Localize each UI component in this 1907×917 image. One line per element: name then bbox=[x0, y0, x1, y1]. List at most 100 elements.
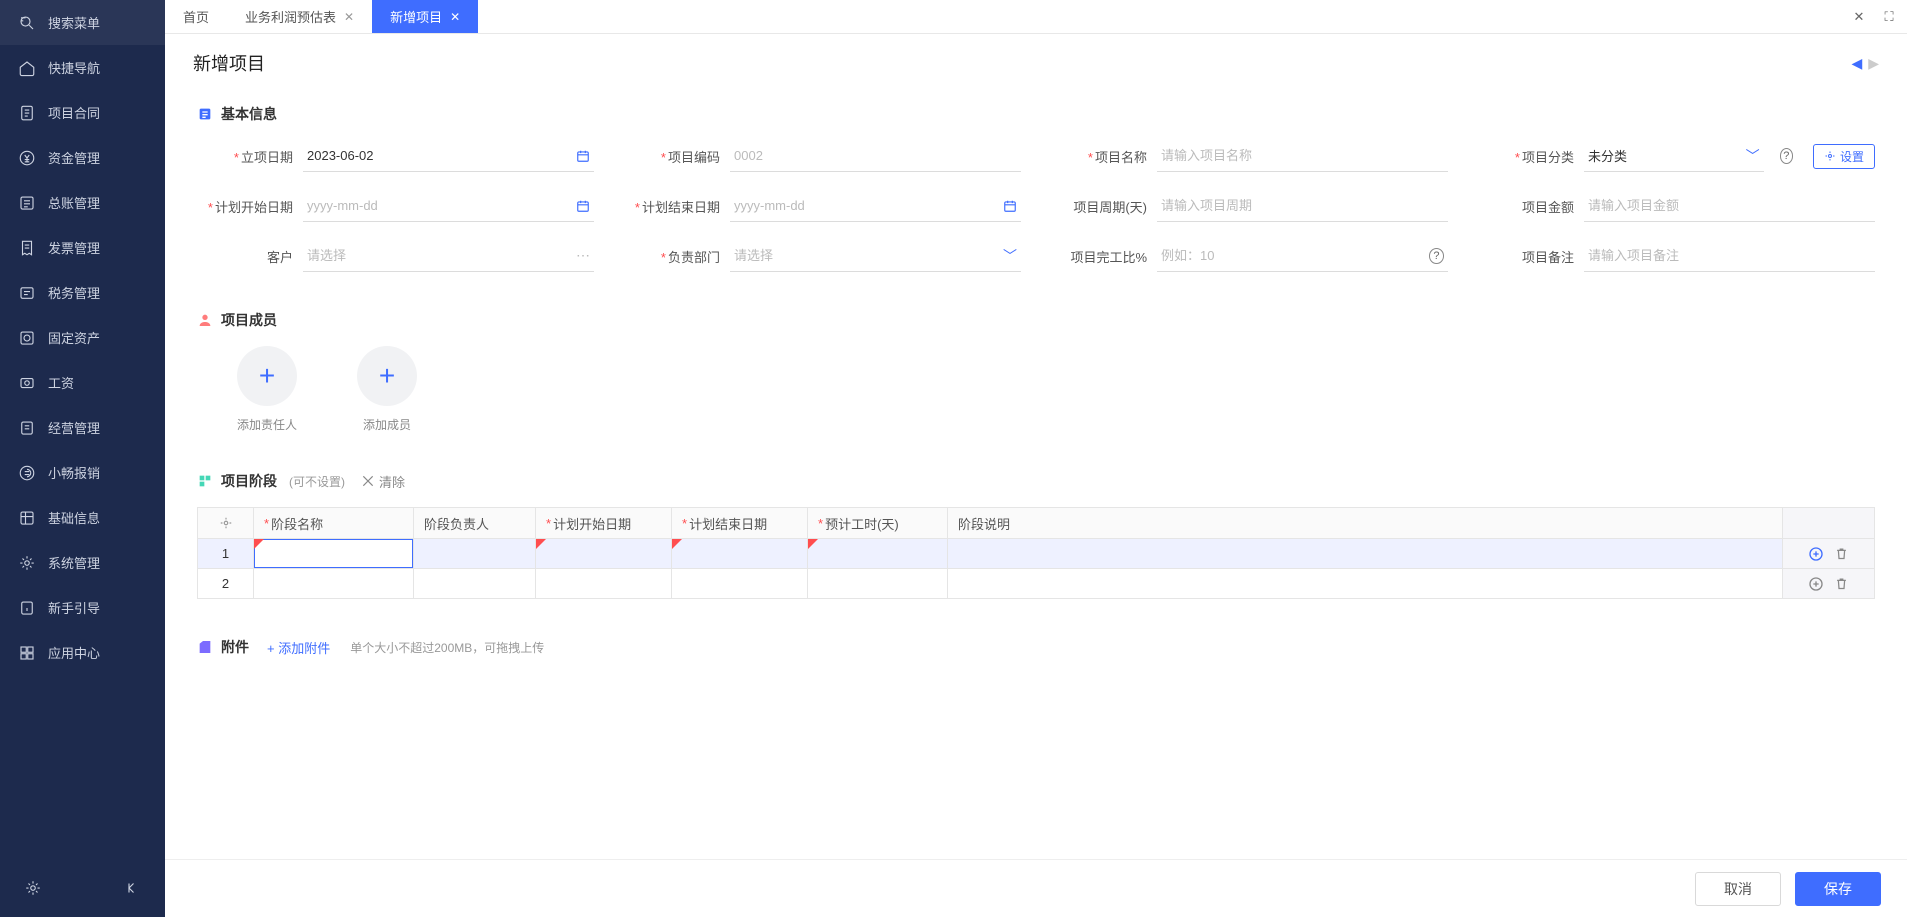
calendar-icon[interactable] bbox=[576, 149, 590, 163]
add-owner-button[interactable]: + 添加责任人 bbox=[237, 346, 297, 433]
settings-button[interactable]: 设置 bbox=[1813, 144, 1875, 169]
sidebar-item-system[interactable]: 系统管理 bbox=[0, 540, 165, 585]
complete-input[interactable] bbox=[1161, 248, 1429, 263]
name-input[interactable] bbox=[1161, 148, 1444, 163]
close-icon[interactable]: ✕ bbox=[450, 10, 460, 24]
cell-name[interactable] bbox=[254, 569, 414, 598]
add-attachment-link[interactable]: + 添加附件 bbox=[267, 638, 330, 657]
sidebar-item-project-contract[interactable]: 项目合同 bbox=[0, 90, 165, 135]
cell-end[interactable] bbox=[672, 569, 808, 598]
row-index: 2 bbox=[198, 569, 254, 598]
sidebar-item-funds[interactable]: 资金管理 bbox=[0, 135, 165, 180]
text-input[interactable] bbox=[1157, 190, 1448, 222]
field-label: 客户 bbox=[197, 247, 293, 266]
tab-home[interactable]: 首页 bbox=[165, 0, 227, 33]
customer-input[interactable] bbox=[307, 248, 570, 263]
date-input[interactable] bbox=[730, 190, 1021, 222]
cell-end[interactable] bbox=[672, 539, 808, 568]
cell-owner[interactable] bbox=[414, 539, 536, 568]
chevron-down-icon[interactable]: ﹀ bbox=[1003, 246, 1017, 266]
cell-desc[interactable] bbox=[948, 539, 1783, 568]
help-icon[interactable]: ? bbox=[1429, 248, 1444, 264]
stage-row[interactable]: 1 bbox=[198, 538, 1875, 568]
date-input[interactable] bbox=[303, 190, 594, 222]
collapse-icon[interactable] bbox=[123, 879, 141, 897]
init-date-input[interactable] bbox=[307, 148, 570, 163]
clear-link[interactable]: 清除 bbox=[361, 472, 405, 491]
header-gear[interactable] bbox=[198, 508, 254, 538]
lookup-input[interactable]: ⋯ bbox=[303, 240, 594, 272]
tab-label: 业务利润预估表 bbox=[245, 7, 336, 26]
code-input[interactable] bbox=[734, 148, 1017, 163]
tabs: 首页 业务利润预估表 ✕ 新增项目 ✕ ✕ ⛶ bbox=[165, 0, 1907, 34]
cell-hours[interactable] bbox=[808, 539, 948, 568]
sidebar-item-reimburse[interactable]: 小畅报销 bbox=[0, 450, 165, 495]
remark-input[interactable] bbox=[1588, 248, 1871, 263]
calendar-icon[interactable] bbox=[1003, 199, 1017, 213]
sidebar-item-tax[interactable]: 税务管理 bbox=[0, 270, 165, 315]
sidebar-item-salary[interactable]: 工资 bbox=[0, 360, 165, 405]
sidebar-item-apps[interactable]: 应用中心 bbox=[0, 630, 165, 675]
sidebar-item-fixed-asset[interactable]: 固定资产 bbox=[0, 315, 165, 360]
calendar-icon[interactable] bbox=[576, 199, 590, 213]
cell-start[interactable] bbox=[536, 539, 672, 568]
cell-desc[interactable] bbox=[948, 569, 1783, 598]
plan-start-input[interactable] bbox=[307, 198, 570, 213]
cycle-input[interactable] bbox=[1161, 198, 1444, 213]
add-member-button[interactable]: + 添加成员 bbox=[357, 346, 417, 433]
help-icon[interactable]: ? bbox=[1780, 148, 1793, 164]
prev-icon[interactable]: ◀ bbox=[1851, 55, 1862, 72]
add-owner-label: 添加责任人 bbox=[237, 416, 297, 433]
tab-profit-estimate[interactable]: 业务利润预估表 ✕ bbox=[227, 0, 372, 33]
save-button[interactable]: 保存 bbox=[1795, 872, 1881, 906]
category-input[interactable] bbox=[1588, 148, 1740, 163]
dept-input[interactable] bbox=[734, 248, 997, 263]
more-icon[interactable]: ⋯ bbox=[576, 247, 590, 264]
field-cycle: 项目周期(天) bbox=[1051, 190, 1448, 222]
delete-row-icon[interactable] bbox=[1834, 546, 1849, 561]
cell-start[interactable] bbox=[536, 569, 672, 598]
amount-input[interactable] bbox=[1588, 198, 1871, 213]
cell-name[interactable] bbox=[254, 539, 414, 568]
sidebar: 搜索菜单 快捷导航 项目合同 资金管理 总账管理 发票管理 税务管理 固定资产 bbox=[0, 0, 165, 917]
stage-row[interactable]: 2 bbox=[198, 568, 1875, 598]
select-input[interactable]: ﹀ bbox=[730, 240, 1021, 272]
section-attachments-icon bbox=[197, 639, 213, 655]
add-row-icon[interactable] bbox=[1808, 576, 1824, 592]
sidebar-item-label: 基础信息 bbox=[48, 508, 100, 527]
field-code: *项目编码 bbox=[624, 140, 1021, 172]
delete-row-icon[interactable] bbox=[1834, 576, 1849, 591]
expand-icon[interactable]: ⛶ bbox=[1877, 5, 1901, 29]
field-name: *项目名称 bbox=[1051, 140, 1448, 172]
stage-header-row: *阶段名称 阶段负责人 *计划开始日期 *计划结束日期 *预计工时(天) 阶段说… bbox=[198, 508, 1875, 538]
date-input[interactable] bbox=[303, 140, 594, 172]
next-icon[interactable]: ▶ bbox=[1868, 55, 1879, 72]
text-input[interactable] bbox=[1584, 240, 1875, 272]
close-all-icon[interactable]: ✕ bbox=[1847, 5, 1871, 29]
text-input[interactable] bbox=[730, 140, 1021, 172]
gear-icon[interactable] bbox=[24, 879, 42, 897]
field-label: 项目完工比% bbox=[1051, 247, 1147, 266]
cancel-button[interactable]: 取消 bbox=[1695, 872, 1781, 906]
sidebar-item-operation[interactable]: 经营管理 bbox=[0, 405, 165, 450]
close-icon[interactable]: ✕ bbox=[344, 10, 354, 24]
sidebar-item-search-menu[interactable]: 搜索菜单 bbox=[0, 0, 165, 45]
salary-icon bbox=[18, 374, 36, 392]
select-input[interactable]: ﹀ bbox=[1584, 140, 1764, 172]
sidebar-item-quick-nav[interactable]: 快捷导航 bbox=[0, 45, 165, 90]
text-input[interactable] bbox=[1584, 190, 1875, 222]
sidebar-item-ledger[interactable]: 总账管理 bbox=[0, 180, 165, 225]
sidebar-item-basic-info[interactable]: 基础信息 bbox=[0, 495, 165, 540]
sidebar-item-invoice[interactable]: 发票管理 bbox=[0, 225, 165, 270]
text-input[interactable] bbox=[1157, 140, 1448, 172]
tax-icon bbox=[18, 284, 36, 302]
chevron-down-icon[interactable]: ﹀ bbox=[1746, 146, 1760, 166]
asset-icon bbox=[18, 329, 36, 347]
cell-owner[interactable] bbox=[414, 569, 536, 598]
plan-end-input[interactable] bbox=[734, 198, 997, 213]
text-input[interactable]: ? bbox=[1157, 240, 1448, 272]
tab-new-project[interactable]: 新增项目 ✕ bbox=[372, 0, 478, 33]
sidebar-item-guide[interactable]: 新手引导 bbox=[0, 585, 165, 630]
add-row-icon[interactable] bbox=[1808, 546, 1824, 562]
cell-hours[interactable] bbox=[808, 569, 948, 598]
